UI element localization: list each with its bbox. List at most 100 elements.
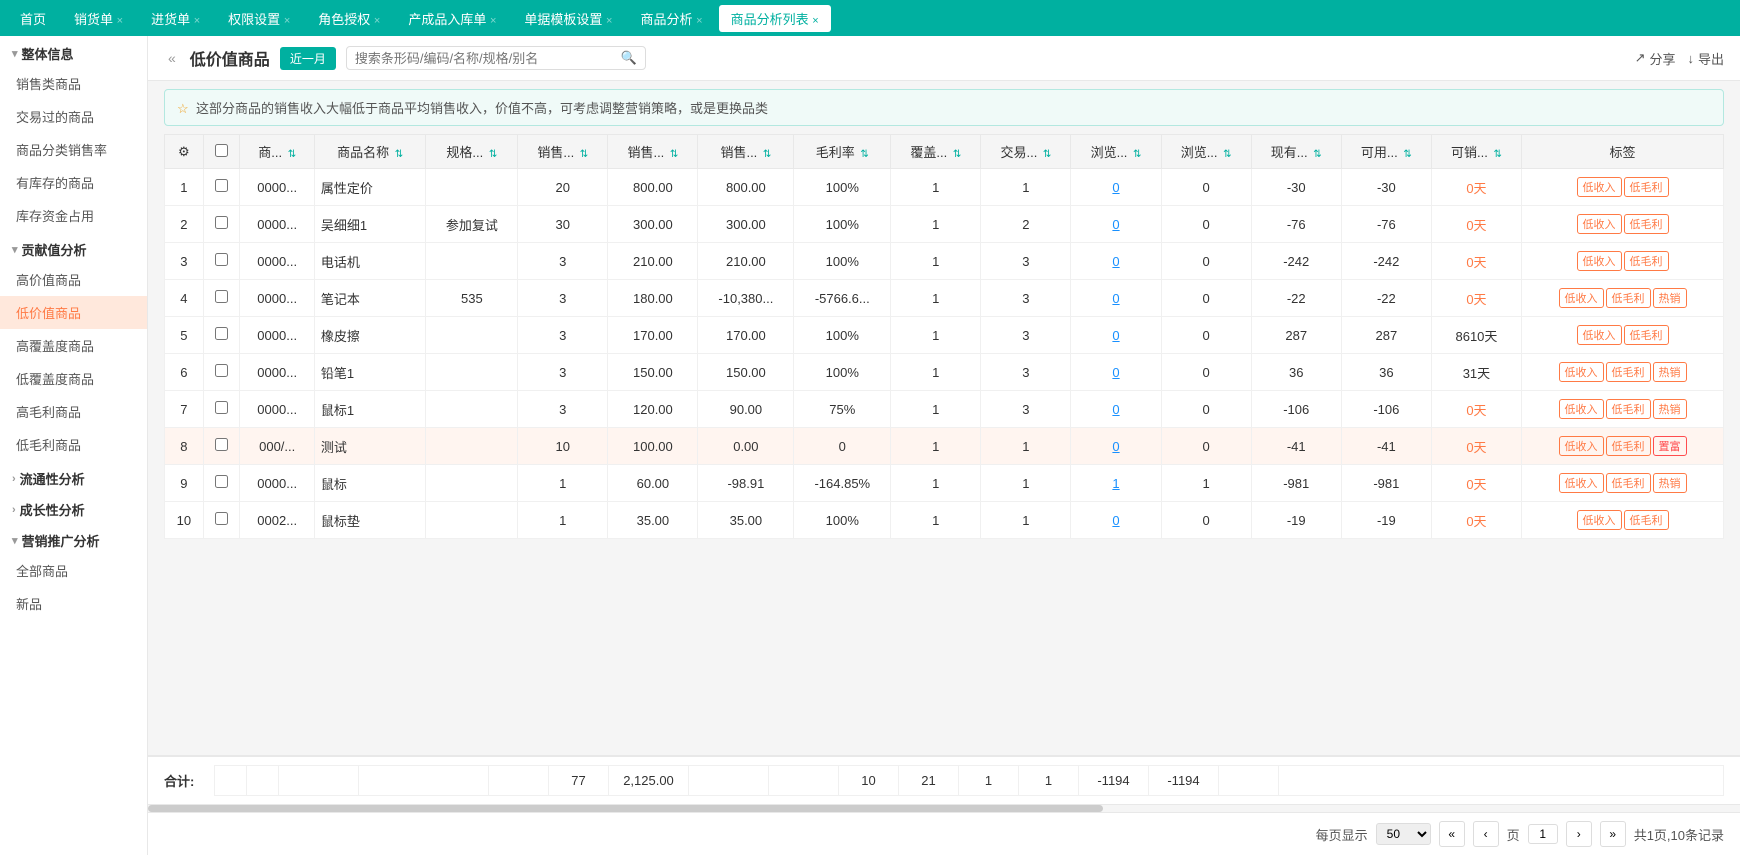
sidebar-item-low-value[interactable]: 低价值商品 [0, 296, 147, 329]
col-margin[interactable]: 毛利率 ⇅ [794, 135, 891, 169]
time-filter-button[interactable]: 近一月 [280, 47, 336, 70]
view1-link[interactable]: 0 [1112, 254, 1119, 269]
col-view2[interactable]: 浏览... ⇅ [1161, 135, 1251, 169]
row-checkbox[interactable] [215, 475, 228, 488]
cell-checkbox[interactable] [203, 243, 240, 280]
nav-purchase-order[interactable]: 进货单 × [139, 5, 212, 32]
cell-view2: 0 [1161, 280, 1251, 317]
prev-page-btn[interactable]: ‹ [1473, 821, 1499, 847]
cell-checkbox[interactable] [203, 354, 240, 391]
sidebar-section-marketing[interactable]: ▾ 营销推广分析 [0, 523, 147, 554]
cell-checkbox[interactable] [203, 465, 240, 502]
view1-link[interactable]: 0 [1112, 402, 1119, 417]
row-checkbox[interactable] [215, 179, 228, 192]
sidebar-item-high-coverage[interactable]: 高覆盖度商品 [0, 329, 147, 362]
view1-link[interactable]: 1 [1112, 476, 1119, 491]
view1-link[interactable]: 0 [1112, 365, 1119, 380]
row-checkbox[interactable] [215, 512, 228, 525]
view1-link[interactable]: 0 [1112, 291, 1119, 306]
row-checkbox[interactable] [215, 364, 228, 377]
row-checkbox[interactable] [215, 327, 228, 340]
cell-checkbox[interactable] [203, 391, 240, 428]
sidebar-item-low-coverage[interactable]: 低覆盖度商品 [0, 362, 147, 395]
sidebar-item-new-products[interactable]: 新品 [0, 587, 147, 620]
nav-role-auth[interactable]: 角色授权 × [306, 5, 392, 32]
cell-view1[interactable]: 0 [1071, 502, 1161, 539]
next-page-btn[interactable]: › [1566, 821, 1592, 847]
tag-低毛利: 低毛利 [1624, 325, 1669, 345]
export-button[interactable]: ↓ 导出 [1687, 49, 1724, 68]
nav-product-analysis-list[interactable]: 商品分析列表 × [719, 5, 831, 32]
last-page-btn[interactable]: » [1600, 821, 1626, 847]
row-checkbox[interactable] [215, 253, 228, 266]
cell-checkbox[interactable] [203, 206, 240, 243]
row-checkbox[interactable] [215, 401, 228, 414]
cell-view1[interactable]: 0 [1071, 169, 1161, 206]
cell-view1[interactable]: 0 [1071, 206, 1161, 243]
share-button[interactable]: ↗ 分享 [1635, 49, 1676, 68]
col-stock2[interactable]: 可用... ⇅ [1341, 135, 1431, 169]
sidebar-item-sales-products[interactable]: 销售类商品 [0, 67, 147, 100]
table-header-row: ⚙ 商... ⇅ 商品名称 ⇅ 规格... ⇅ 销售... ⇅ 销售... ⇅ … [165, 135, 1724, 169]
view1-link[interactable]: 0 [1112, 217, 1119, 232]
sidebar-item-traded-products[interactable]: 交易过的商品 [0, 100, 147, 133]
cell-checkbox[interactable] [203, 280, 240, 317]
nav-product-analysis[interactable]: 商品分析 × [628, 5, 714, 32]
nav-permission[interactable]: 权限设置 × [216, 5, 302, 32]
cell-checkbox[interactable] [203, 317, 240, 354]
select-all-checkbox[interactable] [215, 144, 228, 157]
sidebar-section-liquidity[interactable]: › 流通性分析 [0, 461, 147, 492]
search-input[interactable] [355, 51, 621, 66]
cell-view1[interactable]: 0 [1071, 354, 1161, 391]
sidebar-section-growth[interactable]: › 成长性分析 [0, 492, 147, 523]
col-checkbox[interactable] [203, 135, 240, 169]
view1-link[interactable]: 0 [1112, 328, 1119, 343]
cell-checkbox[interactable] [203, 169, 240, 206]
view1-link[interactable]: 0 [1112, 180, 1119, 195]
col-view1[interactable]: 浏览... ⇅ [1071, 135, 1161, 169]
col-stock1[interactable]: 现有... ⇅ [1251, 135, 1341, 169]
col-sales2[interactable]: 销售... ⇅ [608, 135, 698, 169]
view1-link[interactable]: 0 [1112, 513, 1119, 528]
nav-template-settings[interactable]: 单据模板设置 × [512, 5, 624, 32]
sidebar-item-all-products[interactable]: 全部商品 [0, 554, 147, 587]
col-sales3[interactable]: 销售... ⇅ [698, 135, 794, 169]
sidebar-section-contribution[interactable]: ▾ 贡献值分析 [0, 232, 147, 263]
sidebar-item-category-sales-rate[interactable]: 商品分类销售率 [0, 133, 147, 166]
cell-view1[interactable]: 0 [1071, 391, 1161, 428]
sidebar-section-overall[interactable]: ▾ 整体信息 [0, 36, 147, 67]
col-settings[interactable]: ⚙ [165, 135, 204, 169]
cell-view1[interactable]: 0 [1071, 317, 1161, 354]
cell-view1[interactable]: 0 [1071, 428, 1161, 465]
sidebar-item-high-margin[interactable]: 高毛利商品 [0, 395, 147, 428]
row-checkbox[interactable] [215, 216, 228, 229]
sidebar-item-high-value[interactable]: 高价值商品 [0, 263, 147, 296]
sidebar-item-stock-capital[interactable]: 库存资金占用 [0, 199, 147, 232]
col-stock3[interactable]: 可销... ⇅ [1431, 135, 1521, 169]
col-trade[interactable]: 交易... ⇅ [981, 135, 1071, 169]
page-number-input[interactable] [1528, 824, 1558, 844]
cell-view1[interactable]: 0 [1071, 243, 1161, 280]
cell-view1[interactable]: 0 [1071, 280, 1161, 317]
col-sales1[interactable]: 销售... ⇅ [518, 135, 608, 169]
nav-product-instock[interactable]: 产成品入库单 × [396, 5, 508, 32]
nav-sales-order[interactable]: 销货单 × [62, 5, 135, 32]
col-code[interactable]: 商... ⇅ [240, 135, 314, 169]
nav-home[interactable]: 首页 [8, 5, 58, 32]
first-page-btn[interactable]: « [1439, 821, 1465, 847]
cell-view1[interactable]: 1 [1071, 465, 1161, 502]
col-name[interactable]: 商品名称 ⇅ [314, 135, 426, 169]
sidebar-collapse-btn[interactable]: « [164, 50, 180, 66]
row-checkbox[interactable] [215, 438, 228, 451]
cell-checkbox[interactable] [203, 428, 240, 465]
page-size-select[interactable]: 50 20 100 [1376, 823, 1431, 845]
sidebar-item-low-margin[interactable]: 低毛利商品 [0, 428, 147, 461]
sidebar-item-stock-products[interactable]: 有库存的商品 [0, 166, 147, 199]
cell-checkbox[interactable] [203, 502, 240, 539]
table-container[interactable]: ⚙ 商... ⇅ 商品名称 ⇅ 规格... ⇅ 销售... ⇅ 销售... ⇅ … [148, 134, 1740, 755]
row-checkbox[interactable] [215, 290, 228, 303]
col-spec[interactable]: 规格... ⇅ [426, 135, 518, 169]
col-cover[interactable]: 覆盖... ⇅ [891, 135, 981, 169]
view1-link[interactable]: 0 [1112, 439, 1119, 454]
search-icon[interactable]: 🔍 [621, 50, 637, 66]
